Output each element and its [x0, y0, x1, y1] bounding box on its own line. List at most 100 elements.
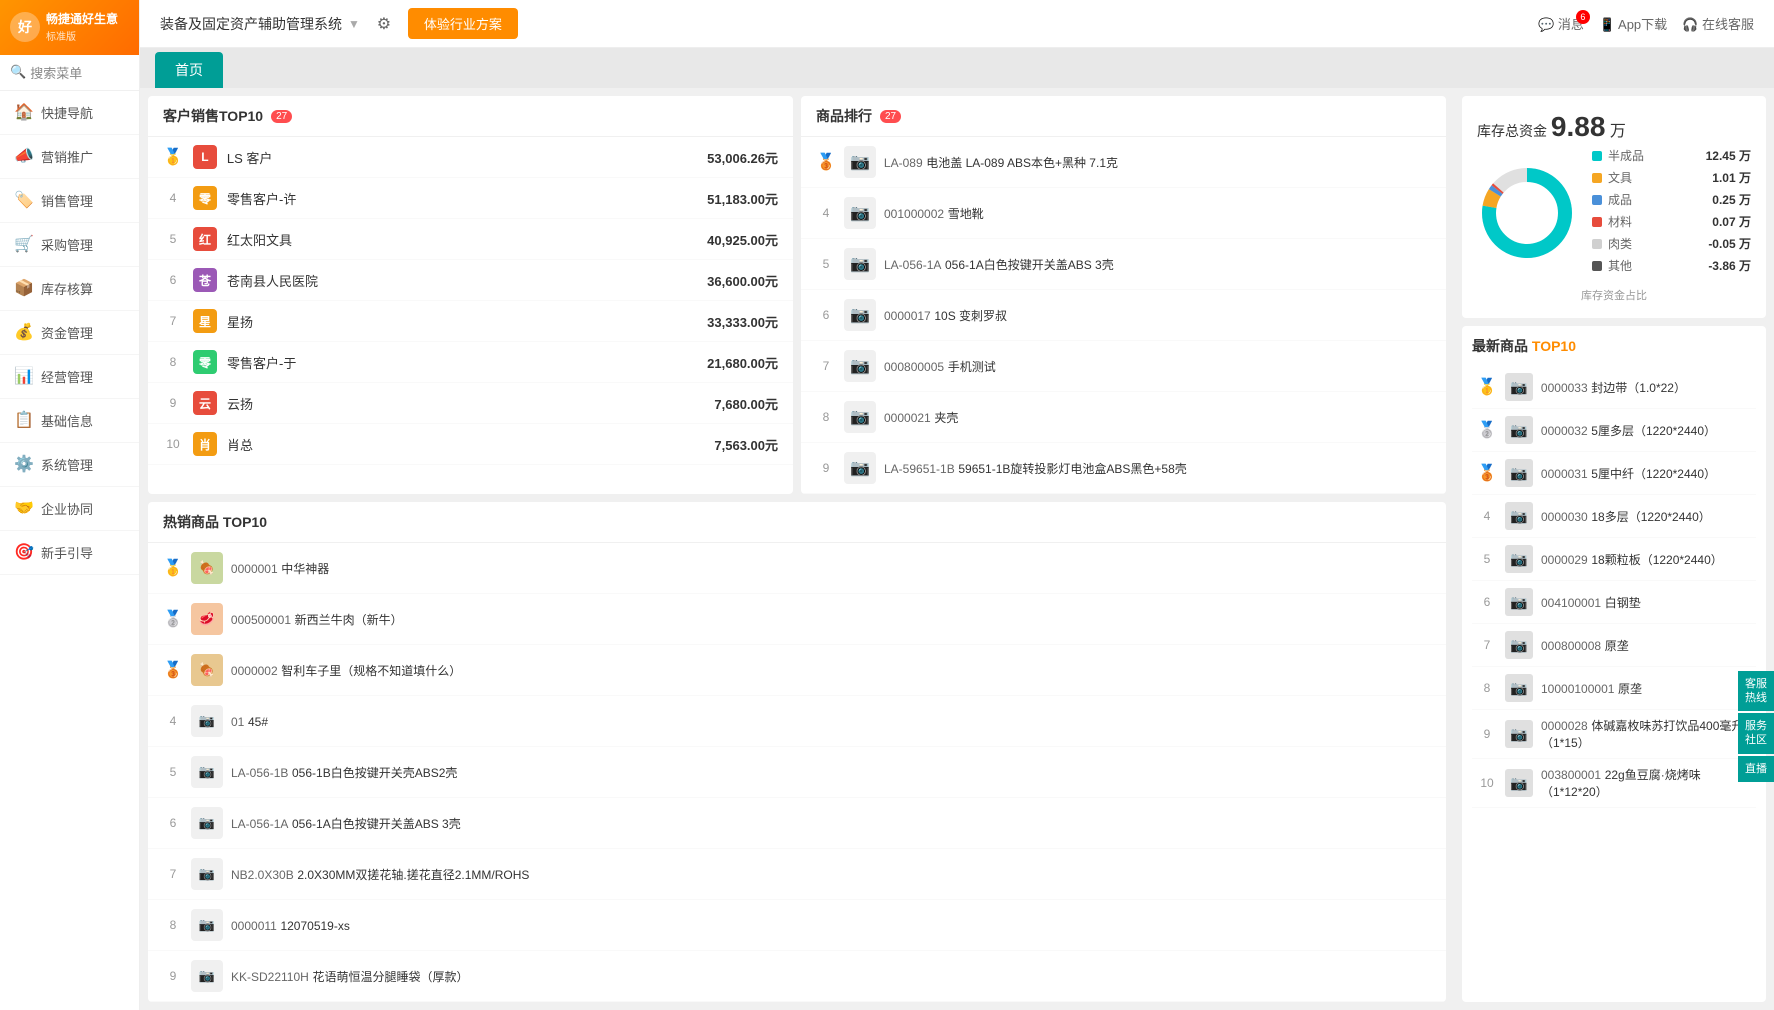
- legend-item: 肉类 -0.05 万: [1592, 235, 1751, 252]
- online-service[interactable]: 🎧 在线客服: [1682, 14, 1754, 33]
- product-info: 01 45#: [231, 714, 1431, 729]
- product-info: KK-SD22110H 花语萌恒温分腿睡袋（厚款）: [231, 968, 1431, 985]
- rank-number: 8: [816, 410, 836, 424]
- table-row: 7 星 星扬 33,333.00元: [148, 301, 793, 342]
- legend-item: 其他 -3.86 万: [1592, 257, 1751, 274]
- rank-number: 5: [1477, 552, 1497, 566]
- message-badge[interactable]: 💬 消息 6: [1538, 14, 1584, 33]
- customer-ranking-badge: 27: [271, 110, 292, 123]
- customer-amount: 33,333.00元: [707, 312, 778, 331]
- list-item: 9 📷 LA-59651-1B 59651-1B旋转投影灯电池盒ABS黑色+58…: [801, 443, 1446, 494]
- dropdown-icon[interactable]: ▼: [348, 17, 360, 31]
- list-item: 7 📷 NB2.0X30B 2.0X30MM双搓花轴.搓花直径2.1MM/ROH…: [148, 849, 1446, 900]
- product-image: 📷: [1505, 588, 1533, 616]
- product-ranking-title: 商品排行: [816, 106, 872, 126]
- sidebar-item-yingxiao[interactable]: 📣营销推广: [0, 135, 139, 179]
- product-info: 0000029 18颗粒板（1220*2440）: [1541, 551, 1751, 568]
- product-info: 0000031 5厘中纤（1220*2440）: [1541, 465, 1751, 482]
- sidebar-item-jingying[interactable]: 📊经营管理: [0, 355, 139, 399]
- list-item: 4 📷 001000002 雪地靴: [801, 188, 1446, 239]
- rank-number: 7: [1477, 638, 1497, 652]
- app-download[interactable]: 📱 App下载: [1599, 14, 1667, 33]
- rank-number: 6: [1477, 595, 1497, 609]
- medal-bronze-icon: 🥉: [816, 152, 836, 172]
- table-row: 6 苍 苍南县人民医院 36,600.00元: [148, 260, 793, 301]
- product-info: 0000002 智利车子里（规格不知道填什么）: [231, 662, 1431, 679]
- new-products-card: 最新商品 TOP10 🥇 📷 0000033 封边带（1.0*22） 🥈 📷: [1462, 326, 1766, 1002]
- product-image: 🍖: [191, 552, 223, 584]
- legend-item: 成品 0.25 万: [1592, 191, 1751, 208]
- product-ranking-list: 🥉 📷 LA-089 电池盖 LA-089 ABS本色+黑种 7.1克 4 📷: [801, 137, 1446, 494]
- product-image: 📷: [1505, 720, 1533, 748]
- customer-ranking-card: 客户销售TOP10 27 🥇 L LS 客户 53,006.26元: [148, 96, 793, 494]
- settings-icon[interactable]: ⚙: [370, 10, 398, 38]
- float-btn-live[interactable]: 直播: [1738, 756, 1774, 782]
- product-image: 📷: [844, 299, 876, 331]
- customer-amount: 21,680.00元: [707, 353, 778, 372]
- customer-badge: 零: [193, 186, 217, 210]
- rank-number: 8: [1477, 681, 1497, 695]
- rank-number: 5: [816, 257, 836, 271]
- sidebar-item-kucun[interactable]: 📦库存核算: [0, 267, 139, 311]
- list-item: 5 📷 LA-056-1B 056-1B白色按键开关壳ABS2壳: [148, 747, 1446, 798]
- list-icon: 📋: [15, 411, 33, 429]
- search-menu[interactable]: 🔍 搜索菜单: [0, 55, 139, 91]
- tab-home[interactable]: 首页: [155, 52, 223, 88]
- sidebar-item-xitong[interactable]: ⚙️系统管理: [0, 443, 139, 487]
- product-image: 📷: [1505, 631, 1533, 659]
- product-image: 📷: [1505, 674, 1533, 702]
- handshake-icon: 🤝: [15, 499, 33, 517]
- sidebar-item-jichu[interactable]: 📋基础信息: [0, 399, 139, 443]
- topbar: 装备及固定资产辅助管理系统 ▼ ⚙ 体验行业方案 💬 消息 6 📱 App下载 …: [140, 0, 1774, 48]
- rank-number: 9: [163, 969, 183, 983]
- list-item: 6 📷 004100001 白钢垫: [1472, 581, 1756, 624]
- sidebar-item-xiaoshou[interactable]: 🏷️销售管理: [0, 179, 139, 223]
- list-item: 8 📷 0000011 12070519-xs: [148, 900, 1446, 951]
- main-area: 装备及固定资产辅助管理系统 ▼ ⚙ 体验行业方案 💬 消息 6 📱 App下载 …: [140, 0, 1774, 1010]
- medal-silver-icon: 🥈: [1477, 420, 1497, 440]
- rank-number: 8: [163, 918, 183, 932]
- rank-number: 7: [816, 359, 836, 373]
- product-image: 📷: [1505, 459, 1533, 487]
- table-row: 8 零 零售客户-于 21,680.00元: [148, 342, 793, 383]
- rank-number: 9: [1477, 727, 1497, 741]
- message-icon: 💬: [1538, 17, 1554, 32]
- float-btn-community[interactable]: 服务社区: [1738, 713, 1774, 754]
- sidebar-item-xinshou[interactable]: 🎯新手引导: [0, 531, 139, 575]
- product-info: 0000011 12070519-xs: [231, 918, 1431, 933]
- box-icon: 📦: [15, 279, 33, 297]
- legend-item: 文具 1.01 万: [1592, 169, 1751, 186]
- inventory-subtitle: 库存资金占比: [1477, 287, 1751, 303]
- list-item: 10 📷 003800001 22g鱼豆腐·烧烤味（1*12*20）: [1472, 759, 1756, 808]
- rank-number: 8: [163, 355, 183, 369]
- product-info: 000500001 新西兰牛肉（新牛）: [231, 611, 1431, 628]
- sidebar-item-qiye[interactable]: 🤝企业协同: [0, 487, 139, 531]
- rank-number: 9: [163, 396, 183, 410]
- customer-ranking-list: 🥇 L LS 客户 53,006.26元 4 零 零售客户-许 51,183.0…: [148, 137, 793, 465]
- medal-gold-icon: 🥇: [1477, 377, 1497, 397]
- customer-name: 零售客户-于: [227, 353, 697, 372]
- home-icon: 🏠: [15, 103, 33, 121]
- experience-button[interactable]: 体验行业方案: [408, 8, 518, 39]
- list-item: 8 📷 0000021 夹壳: [801, 392, 1446, 443]
- inventory-unit: 万: [1605, 123, 1625, 140]
- product-info: 0000001 中华神器: [231, 560, 1431, 577]
- app-name: 畅捷通好生意: [46, 12, 118, 28]
- inventory-title: 库存总资金 9.88 万: [1477, 111, 1751, 143]
- medal-silver-icon: 🥈: [163, 609, 183, 629]
- guide-icon: 🎯: [15, 543, 33, 561]
- hot-products-title: 热销商品 TOP10: [163, 512, 267, 532]
- float-btn-service[interactable]: 客服热线: [1738, 671, 1774, 712]
- new-products-title: 最新商品 TOP10: [1472, 336, 1756, 356]
- float-buttons: 客服热线 服务社区 直播: [1738, 671, 1774, 782]
- list-item: 7 📷 000800005 手机测试: [801, 341, 1446, 392]
- donut-chart: [1477, 163, 1577, 263]
- rank-number: 6: [816, 308, 836, 322]
- rank-number: 4: [163, 191, 183, 205]
- sidebar-item-zijin[interactable]: 💰资金管理: [0, 311, 139, 355]
- table-row: 4 零 零售客户-许 51,183.00元: [148, 178, 793, 219]
- rank-number: 6: [163, 273, 183, 287]
- chart-icon: 📊: [15, 367, 33, 385]
- sidebar-item-kuaijie[interactable]: 🏠快捷导航: [0, 91, 139, 135]
- sidebar-item-caigou[interactable]: 🛒采购管理: [0, 223, 139, 267]
